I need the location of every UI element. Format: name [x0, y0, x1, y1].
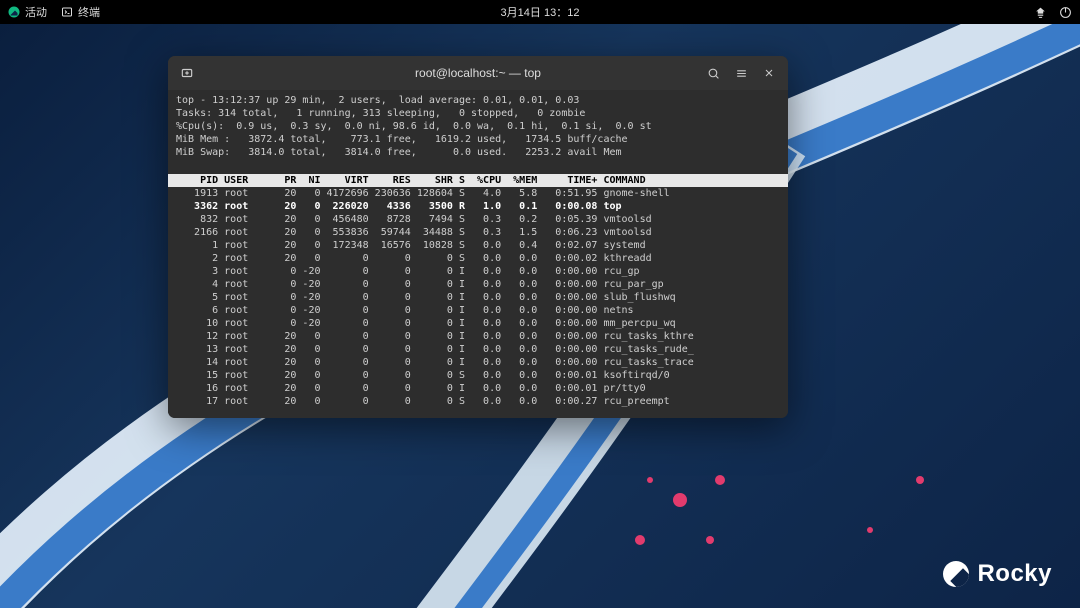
- close-button[interactable]: [756, 60, 782, 86]
- terminal-output[interactable]: top - 13:12:37 up 29 min, 2 users, load …: [168, 90, 788, 418]
- top-header-row: PID USER PR NI VIRT RES SHR S %CPU %MEM …: [168, 174, 788, 187]
- rocky-logo-text: Rocky: [977, 560, 1052, 588]
- process-row: 1913 root 20 0 4172696 230636 128604 S 4…: [176, 187, 780, 200]
- process-row: 13 root 20 0 0 0 0 I 0.0 0.0 0:00.00 rcu…: [176, 343, 780, 356]
- gnome-topbar: 活动 终端 3月14日 13：12: [0, 0, 1080, 24]
- process-row: 17 root 20 0 0 0 0 S 0.0 0.0 0:00.27 rcu…: [176, 395, 780, 408]
- process-row: 2 root 20 0 0 0 0 S 0.0 0.0 0:00.02 kthr…: [176, 252, 780, 265]
- process-row: 15 root 20 0 0 0 0 S 0.0 0.0 0:00.01 kso…: [176, 369, 780, 382]
- rocky-logo: Rocky: [943, 560, 1052, 588]
- activities-label: 活动: [25, 4, 47, 20]
- process-row: 2166 root 20 0 553836 59744 34488 S 0.3 …: [176, 226, 780, 239]
- network-icon[interactable]: [1034, 6, 1047, 19]
- top-summary-line: MiB Swap: 3814.0 total, 3814.0 free, 0.0…: [176, 146, 780, 159]
- top-summary-line: %Cpu(s): 0.9 us, 0.3 sy, 0.0 ni, 98.6 id…: [176, 120, 780, 133]
- process-row: 6 root 0 -20 0 0 0 I 0.0 0.0 0:00.00 net…: [176, 304, 780, 317]
- process-row: 4 root 0 -20 0 0 0 I 0.0 0.0 0:00.00 rcu…: [176, 278, 780, 291]
- process-row: 10 root 0 -20 0 0 0 I 0.0 0.0 0:00.00 mm…: [176, 317, 780, 330]
- process-row: 14 root 20 0 0 0 0 I 0.0 0.0 0:00.00 rcu…: [176, 356, 780, 369]
- menu-button[interactable]: [728, 60, 754, 86]
- topbar-app-terminal[interactable]: 终端: [61, 4, 100, 20]
- process-row: 3 root 0 -20 0 0 0 I 0.0 0.0 0:00.00 rcu…: [176, 265, 780, 278]
- terminal-icon: [61, 6, 73, 18]
- power-icon[interactable]: [1059, 6, 1072, 19]
- new-tab-button[interactable]: [174, 60, 200, 86]
- top-summary-line: Tasks: 314 total, 1 running, 313 sleepin…: [176, 107, 780, 120]
- search-button[interactable]: [700, 60, 726, 86]
- process-row: 5 root 0 -20 0 0 0 I 0.0 0.0 0:00.00 slu…: [176, 291, 780, 304]
- window-title: root@localhost:~ — top: [415, 66, 541, 80]
- activities-button[interactable]: 活动: [8, 4, 47, 20]
- process-row: 1 root 20 0 172348 16576 10828 S 0.0 0.4…: [176, 239, 780, 252]
- terminal-window: root@localhost:~ — top top - 13:12:37 up…: [168, 56, 788, 418]
- clock[interactable]: 3月14日 13：12: [501, 4, 580, 20]
- process-row: 832 root 20 0 456480 8728 7494 S 0.3 0.2…: [176, 213, 780, 226]
- window-titlebar[interactable]: root@localhost:~ — top: [168, 56, 788, 90]
- rocky-logo-icon: [943, 561, 969, 587]
- process-row: 16 root 20 0 0 0 0 I 0.0 0.0 0:00.01 pr/…: [176, 382, 780, 395]
- top-summary-line: top - 13:12:37 up 29 min, 2 users, load …: [176, 94, 780, 107]
- rocky-logo-icon: [8, 6, 20, 18]
- top-summary-line: MiB Mem : 3872.4 total, 773.1 free, 1619…: [176, 133, 780, 146]
- process-row: 12 root 20 0 0 0 0 I 0.0 0.0 0:00.00 rcu…: [176, 330, 780, 343]
- process-row: 3362 root 20 0 226020 4336 3500 R 1.0 0.…: [176, 200, 780, 213]
- topbar-app-label: 终端: [78, 4, 100, 20]
